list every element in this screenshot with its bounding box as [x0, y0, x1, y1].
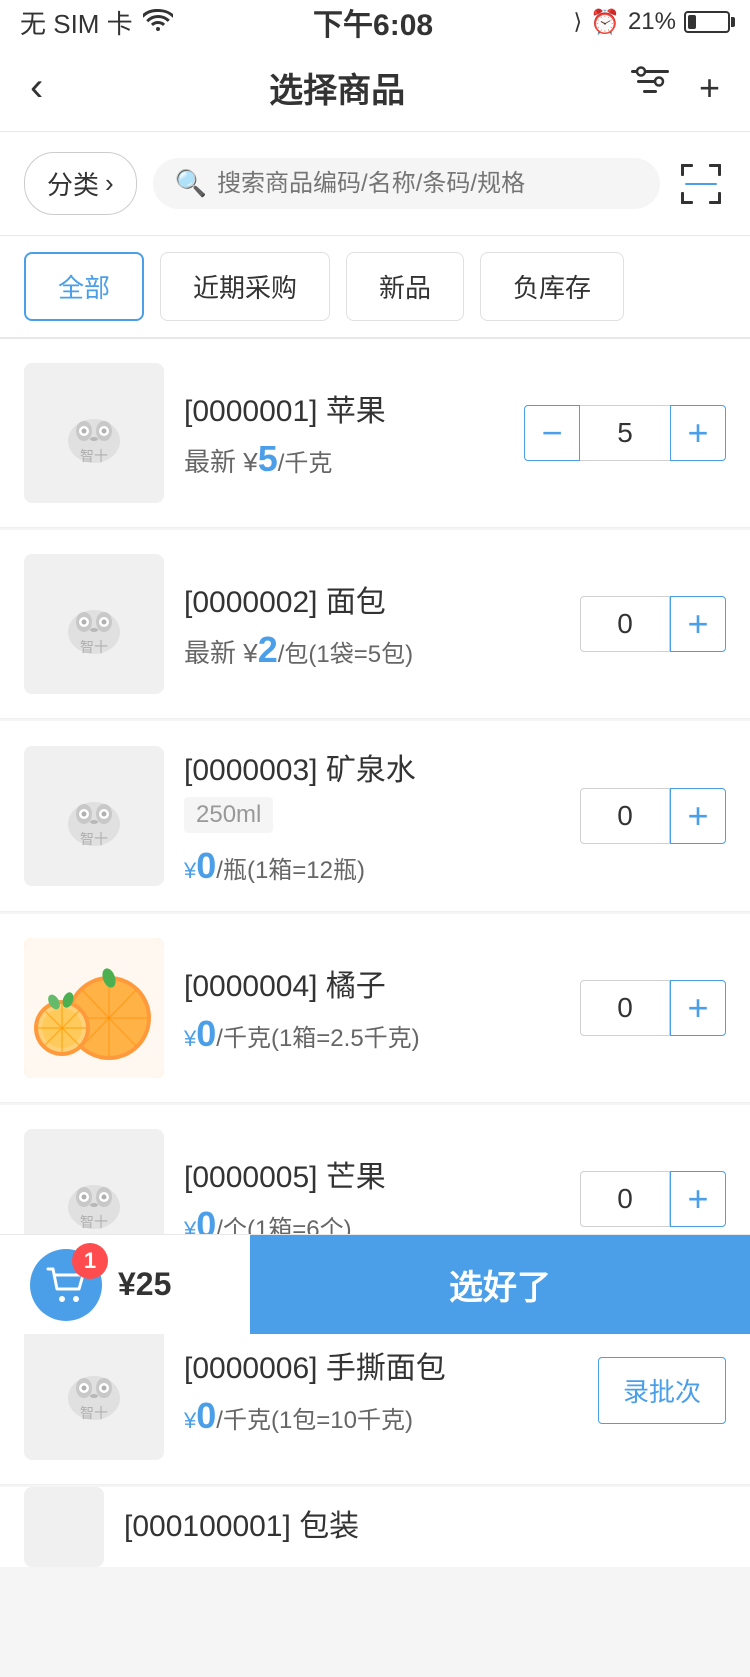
product-price: 最新 ¥5/千克 [184, 438, 504, 480]
qty-control: 0 + [580, 980, 726, 1036]
qty-plus-button[interactable]: + [670, 596, 726, 652]
qty-display: 0 [580, 1171, 670, 1227]
qty-input[interactable] [580, 405, 670, 461]
tab-recent[interactable]: 近期采购 [160, 252, 330, 321]
wifi-icon [143, 7, 173, 38]
nav-bar: ‹ 选择商品 + [0, 44, 750, 132]
category-label: 分类 [47, 165, 99, 202]
product-info: [0000002] 面包 最新 ¥2/包(1袋=5包) [184, 577, 560, 671]
qty-control: 0 + [580, 596, 726, 652]
status-left: 无 SIM 卡 [20, 4, 173, 41]
filter-bar: 分类 › 🔍 [0, 132, 750, 236]
cart-badge: 1 [72, 1243, 108, 1279]
list-item: [000100001] 包装 [0, 1487, 750, 1567]
product-info: [0000006] 手撕面包 ¥0/千克(1包=10千克) [184, 1343, 578, 1437]
qty-display: 0 [580, 980, 670, 1036]
qty-plus-button[interactable]: + [670, 980, 726, 1036]
search-icon: 🔍 [175, 168, 207, 199]
product-price: ¥0/千克(1包=10千克) [184, 1395, 578, 1437]
tab-new-label: 新品 [379, 273, 431, 303]
list-item: 智十 [0000001] 苹果 最新 ¥5/千克 − + [0, 339, 750, 528]
product-name: [0000002] 面包 [184, 577, 560, 621]
product-price: 最新 ¥2/包(1袋=5包) [184, 629, 560, 671]
category-arrow-icon: › [105, 168, 114, 199]
batch-button[interactable]: 录批次 [598, 1357, 726, 1424]
add-icon[interactable]: + [699, 67, 720, 109]
qty-plus-button[interactable]: + [670, 1171, 726, 1227]
list-item: 智十 [0000002] 面包 最新 ¥2/包(1袋=5包) 0 + [0, 530, 750, 719]
list-item: 智十 [0000003] 矿泉水 250ml ¥0/瓶(1箱=12瓶) 0 + [0, 721, 750, 912]
location-icon: ⟩ [573, 9, 582, 35]
alarm-icon: ⏰ [590, 8, 620, 37]
back-button[interactable]: ‹ [30, 65, 43, 110]
product-name: [0000001] 苹果 [184, 386, 504, 430]
qty-display: 0 [580, 788, 670, 844]
tab-negative-label: 负库存 [513, 273, 591, 303]
bottom-bar: 1 ¥25 选好了 [0, 1234, 750, 1334]
status-right: ⟩ ⏰ 21% [573, 8, 730, 37]
product-name: [0000003] 矿泉水 [184, 745, 560, 789]
product-info: [0000005] 芒果 ¥0/个(1箱=6个) [184, 1152, 560, 1246]
status-time: 下午6:08 [313, 0, 433, 44]
tab-negative[interactable]: 负库存 [480, 252, 624, 321]
tab-all-label: 全部 [58, 273, 110, 303]
svg-text:智十: 智十 [80, 448, 108, 464]
product-image [24, 938, 164, 1078]
confirm-button[interactable]: 选好了 [250, 1235, 750, 1334]
product-list: 智十 [0000001] 苹果 最新 ¥5/千克 − + 智十 [0 [0, 339, 750, 1567]
product-image: 智十 [24, 746, 164, 886]
product-name: [0000006] 手撕面包 [184, 1343, 578, 1387]
product-name: [000100001] 包装 [124, 1501, 726, 1545]
battery-icon [684, 11, 730, 33]
page-title: 选择商品 [269, 63, 405, 112]
svg-text:智十: 智十 [80, 1405, 108, 1421]
svg-text:智十: 智十 [80, 639, 108, 655]
qty-display: 0 [580, 596, 670, 652]
product-info: [0000001] 苹果 最新 ¥5/千克 [184, 386, 504, 480]
cart-area: 1 ¥25 [0, 1249, 250, 1321]
product-image: 智十 [24, 363, 164, 503]
cart-button[interactable]: 1 [30, 1249, 102, 1321]
qty-control: 0 + [580, 1171, 726, 1227]
filter-icon[interactable] [631, 66, 669, 109]
qty-plus-button[interactable]: + [670, 788, 726, 844]
tab-recent-label: 近期采购 [193, 273, 297, 303]
scan-icon[interactable] [676, 159, 726, 209]
nav-icons: + [631, 66, 720, 109]
tab-new[interactable]: 新品 [346, 252, 464, 321]
cart-total: ¥25 [118, 1266, 171, 1303]
tab-filter: 全部 近期采购 新品 负库存 [0, 236, 750, 339]
product-name: [0000004] 橘子 [184, 961, 560, 1005]
product-image: 智十 [24, 1320, 164, 1460]
list-item: [0000004] 橘子 ¥0/千克(1箱=2.5千克) 0 + [0, 914, 750, 1103]
tab-all[interactable]: 全部 [24, 252, 144, 321]
product-image: 智十 [24, 554, 164, 694]
category-button[interactable]: 分类 › [24, 152, 137, 215]
svg-text:智十: 智十 [80, 1214, 108, 1230]
carrier-text: 无 SIM 卡 [20, 4, 133, 41]
product-price: ¥0/千克(1箱=2.5千克) [184, 1013, 560, 1055]
search-wrapper: 🔍 [153, 158, 660, 209]
product-spec: 250ml [184, 797, 273, 833]
product-name: [0000005] 芒果 [184, 1152, 560, 1196]
status-bar: 无 SIM 卡 下午6:08 ⟩ ⏰ 21% [0, 0, 750, 44]
qty-control: − + [524, 405, 726, 461]
product-info: [0000004] 橘子 ¥0/千克(1箱=2.5千克) [184, 961, 560, 1055]
product-image [24, 1487, 104, 1567]
qty-minus-button[interactable]: − [524, 405, 580, 461]
battery-percent: 21% [628, 8, 676, 36]
search-input[interactable] [217, 170, 638, 198]
qty-control: 0 + [580, 788, 726, 844]
product-info: [0000003] 矿泉水 250ml ¥0/瓶(1箱=12瓶) [184, 745, 560, 887]
product-info: [000100001] 包装 [124, 1501, 726, 1553]
svg-text:智十: 智十 [80, 831, 108, 847]
product-price: ¥0/瓶(1箱=12瓶) [184, 845, 560, 887]
qty-plus-button[interactable]: + [670, 405, 726, 461]
